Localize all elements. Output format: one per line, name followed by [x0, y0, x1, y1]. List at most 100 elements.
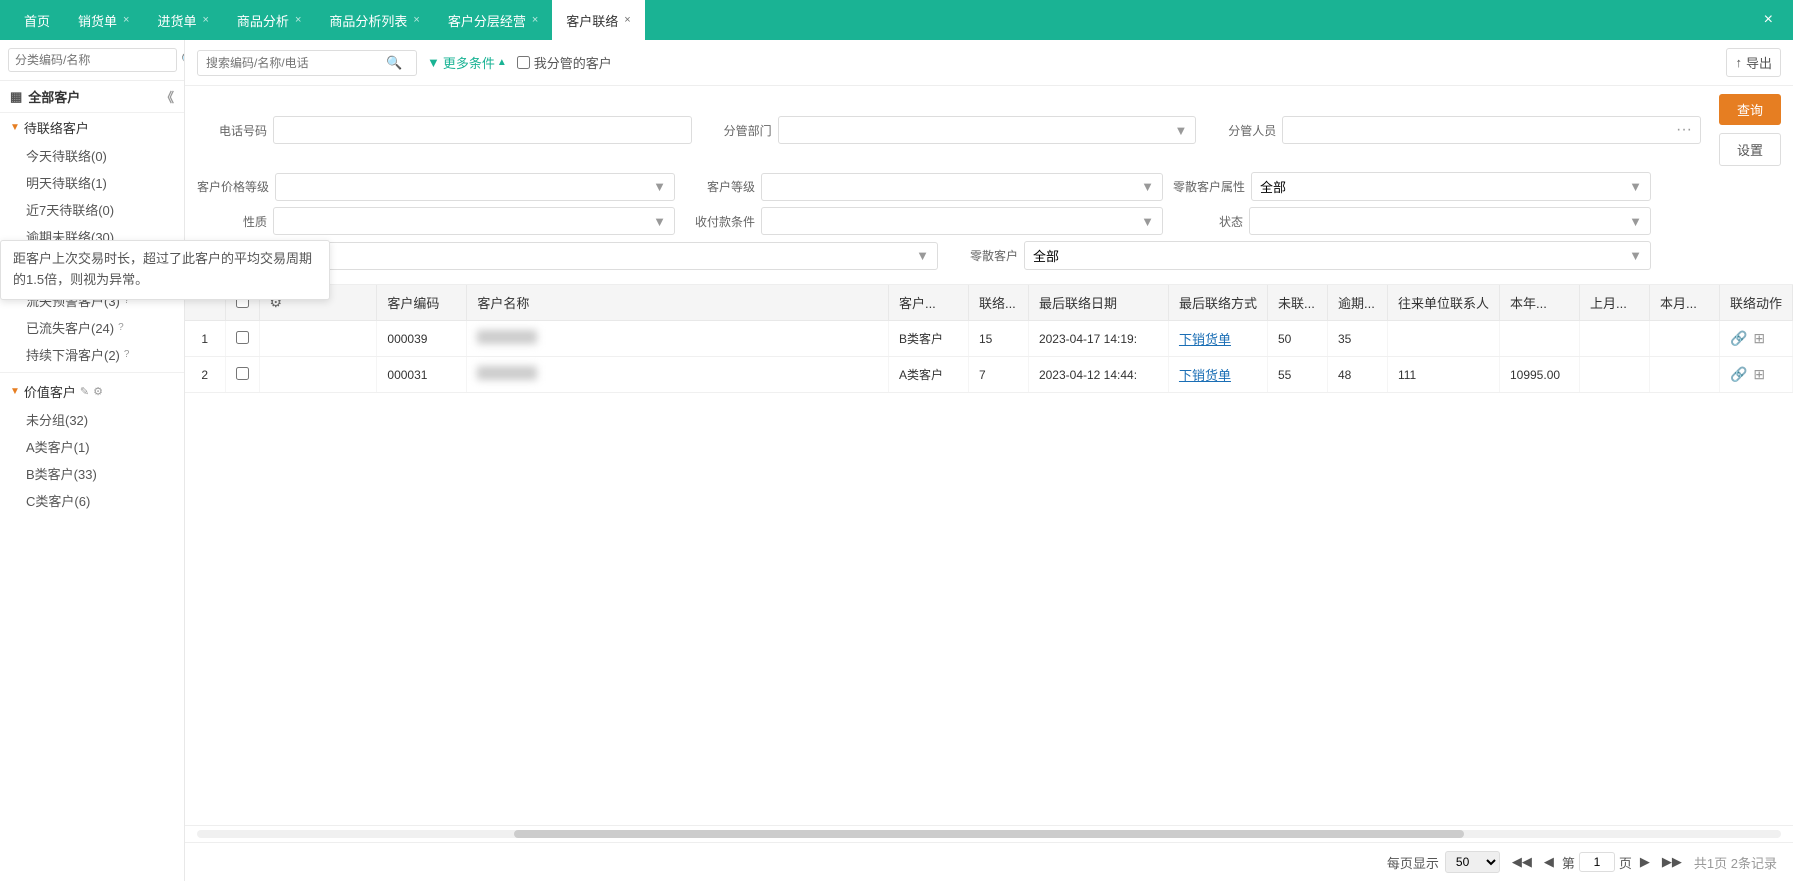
horizontal-scrollbar[interactable] — [185, 825, 1793, 842]
filter-scattered-attr-select[interactable]: 全部 ▼ — [1251, 172, 1651, 201]
per-page-wrap: 每页显示 20 50 100 — [1387, 851, 1500, 873]
action-link-icon-1[interactable]: 🔗 — [1730, 330, 1747, 347]
next-page-button[interactable]: ▶ — [1636, 852, 1654, 872]
sidebar-item-already-lost[interactable]: 已流失客户(24) ? — [18, 314, 184, 341]
sidebar-item-ungrouped[interactable]: 未分组(32) — [18, 406, 184, 433]
per-page-select[interactable]: 20 50 100 — [1445, 851, 1500, 873]
value-customers-settings-icon[interactable]: ⚙ — [93, 385, 103, 398]
price-grade-arrow: ▼ — [653, 179, 666, 194]
filter-payment-label: 收付款条件 — [685, 213, 755, 230]
sidebar-item-7days[interactable]: 近7天待联络(0) — [18, 196, 184, 223]
tooltip-box: 距客户上次交易时长，超过了此客户的平均交易周期的1.5倍，则视为异常。 — [0, 240, 185, 300]
th-lastmonth-label: 上月... — [1590, 296, 1627, 311]
cell-check-2 — [225, 357, 259, 393]
cell-lastdate-1: 2023-04-17 14:19: — [1028, 321, 1168, 357]
filter-status-select[interactable]: ▼ — [1249, 207, 1651, 235]
table-row: 1 000039 B类客户 15 2023-04-17 14:19: — [185, 321, 1793, 357]
dept-dropdown-arrow: ▼ — [1174, 123, 1187, 138]
nav-purchase[interactable]: 进货单 × — [143, 0, 222, 40]
sidebar-item-c-class[interactable]: C类客户(6) — [18, 487, 184, 514]
nav-analysis-close[interactable]: × — [295, 14, 301, 26]
row2-checkbox[interactable] — [236, 367, 249, 380]
nav-customer-contact-label: 客户联络 — [566, 11, 618, 30]
nav-purchase-close[interactable]: × — [202, 14, 208, 26]
filter-settings-button[interactable]: 设置 — [1719, 133, 1781, 166]
lastmethod-link-2[interactable]: 下销货单 — [1179, 368, 1231, 383]
close-all-button[interactable]: × — [1754, 11, 1783, 29]
filter-scattered-customer: 零散客户 全部 ▼ — [948, 241, 1651, 270]
first-page-button[interactable]: ◀◀ — [1508, 852, 1536, 872]
nav-home-label: 首页 — [24, 11, 50, 30]
already-lost-help-icon[interactable]: ? — [118, 322, 124, 333]
sidebar-item-b-class[interactable]: B类客户(33) — [18, 460, 184, 487]
status-arrow: ▼ — [1629, 214, 1642, 229]
nav-customer-tier[interactable]: 客户分层经营 × — [434, 0, 552, 40]
filter-phone-label: 电话号码 — [197, 122, 267, 139]
customer-grade-arrow: ▼ — [1141, 179, 1154, 194]
row1-checkbox[interactable] — [236, 331, 249, 344]
action-grid-icon-1[interactable]: ⊞ — [1753, 330, 1765, 347]
filter-payment-select[interactable]: ▼ — [761, 207, 1163, 235]
scattered-attr-value: 全部 — [1260, 177, 1286, 196]
nav-home[interactable]: 首页 — [10, 0, 64, 40]
filter-price-grade-label: 客户价格等级 — [197, 178, 269, 195]
nav-analysis-list[interactable]: 商品分析列表 × — [315, 0, 433, 40]
export-button[interactable]: ↑ 导出 — [1726, 48, 1781, 77]
declining-help-icon[interactable]: ? — [124, 349, 130, 360]
sidebar-item-today[interactable]: 今天待联络(0) — [18, 142, 184, 169]
filter-scattered-customer-select[interactable]: 全部 ▼ — [1024, 241, 1651, 270]
filter-customer-grade-select[interactable]: ▼ — [761, 173, 1163, 201]
action-grid-icon-2[interactable]: ⊞ — [1753, 366, 1765, 383]
sidebar-all-customers[interactable]: ▦ 全部客户 《 — [0, 81, 184, 113]
nav-sales[interactable]: 销货单 × — [64, 0, 143, 40]
th-action-label: 联络动作 — [1730, 296, 1782, 311]
value-customers-edit-icon[interactable]: ✎ — [80, 385, 89, 398]
action-link-icon-2[interactable]: 🔗 — [1730, 366, 1747, 383]
scroll-track[interactable] — [197, 830, 1781, 838]
filter-person-select[interactable]: ··· — [1282, 116, 1701, 144]
my-customers-checkbox[interactable] — [517, 56, 530, 69]
search-input[interactable] — [206, 56, 386, 70]
person-more-dots[interactable]: ··· — [1676, 122, 1692, 138]
prev-page-button[interactable]: ◀ — [1540, 852, 1558, 872]
collapse-icon[interactable]: 《 — [161, 87, 174, 106]
sidebar-search-input[interactable] — [8, 48, 177, 72]
filter-customer-type: 客户类型 ▼ — [235, 242, 938, 270]
value-customers-label: 价值客户 — [24, 382, 76, 401]
th-lastmonth: 上月... — [1579, 285, 1649, 321]
sidebar-item-tomorrow[interactable]: 明天待联络(1) — [18, 169, 184, 196]
more-conditions-btn[interactable]: ▼ 更多条件 ▲ — [427, 53, 507, 72]
nav-customer-contact[interactable]: 客户联络 × — [552, 0, 644, 40]
filter-price-grade-select[interactable]: ▼ — [275, 173, 675, 201]
filter-row-4: ··· 客户类型 ▼ 零散客户 全部 ▼ — [197, 241, 1781, 270]
sidebar-pending-items: 今天待联络(0) 明天待联络(1) 近7天待联络(0) 逾期未联络(30) — [0, 142, 184, 250]
filter-dept-select[interactable]: ▼ — [778, 116, 1197, 144]
sidebar-value-customers[interactable]: ▼ 价值客户 ✎ ⚙ — [0, 377, 184, 406]
search-icon[interactable]: 🔍 — [386, 55, 402, 71]
nav-analysis[interactable]: 商品分析 × — [223, 0, 315, 40]
sidebar-item-declining[interactable]: 持续下滑客户(2) ? — [18, 341, 184, 368]
pending-contact-label: 待联络客户 — [24, 118, 89, 137]
lastmethod-link-1[interactable]: 下销货单 — [1179, 332, 1231, 347]
per-page-label: 每页显示 — [1387, 853, 1439, 872]
last-page-button[interactable]: ▶▶ — [1658, 852, 1686, 872]
nav-customer-tier-close[interactable]: × — [532, 14, 538, 26]
th-code-label: 客户编码 — [387, 296, 439, 311]
sidebar-item-a-class[interactable]: A类客户(1) — [18, 433, 184, 460]
filter-dept: 分管部门 ▼ — [702, 116, 1197, 144]
query-button[interactable]: 查询 — [1719, 94, 1781, 125]
th-code: 客户编码 — [377, 285, 467, 321]
filter-customer-type-select[interactable]: ▼ — [311, 242, 938, 270]
sidebar: 🔍 ▦ 全部客户 《 ▼ 待联络客户 今天待联络(0) 明天待联络(1) 近7天… — [0, 40, 185, 881]
nav-sales-close[interactable]: × — [123, 14, 129, 26]
sidebar-pending-contact-title[interactable]: ▼ 待联络客户 — [0, 113, 184, 142]
filter-nature-select[interactable]: ▼ — [273, 207, 675, 235]
nav-analysis-list-close[interactable]: × — [413, 14, 419, 26]
page-number-input[interactable] — [1579, 852, 1615, 872]
cell-uncontact-2: 55 — [1267, 357, 1327, 393]
my-customers-label: 我分管的客户 — [534, 53, 612, 72]
filter-phone-input[interactable] — [273, 116, 692, 144]
more-conditions-arrow: ▲ — [497, 57, 507, 68]
scroll-thumb[interactable] — [514, 830, 1464, 838]
nav-customer-contact-close[interactable]: × — [624, 14, 630, 26]
